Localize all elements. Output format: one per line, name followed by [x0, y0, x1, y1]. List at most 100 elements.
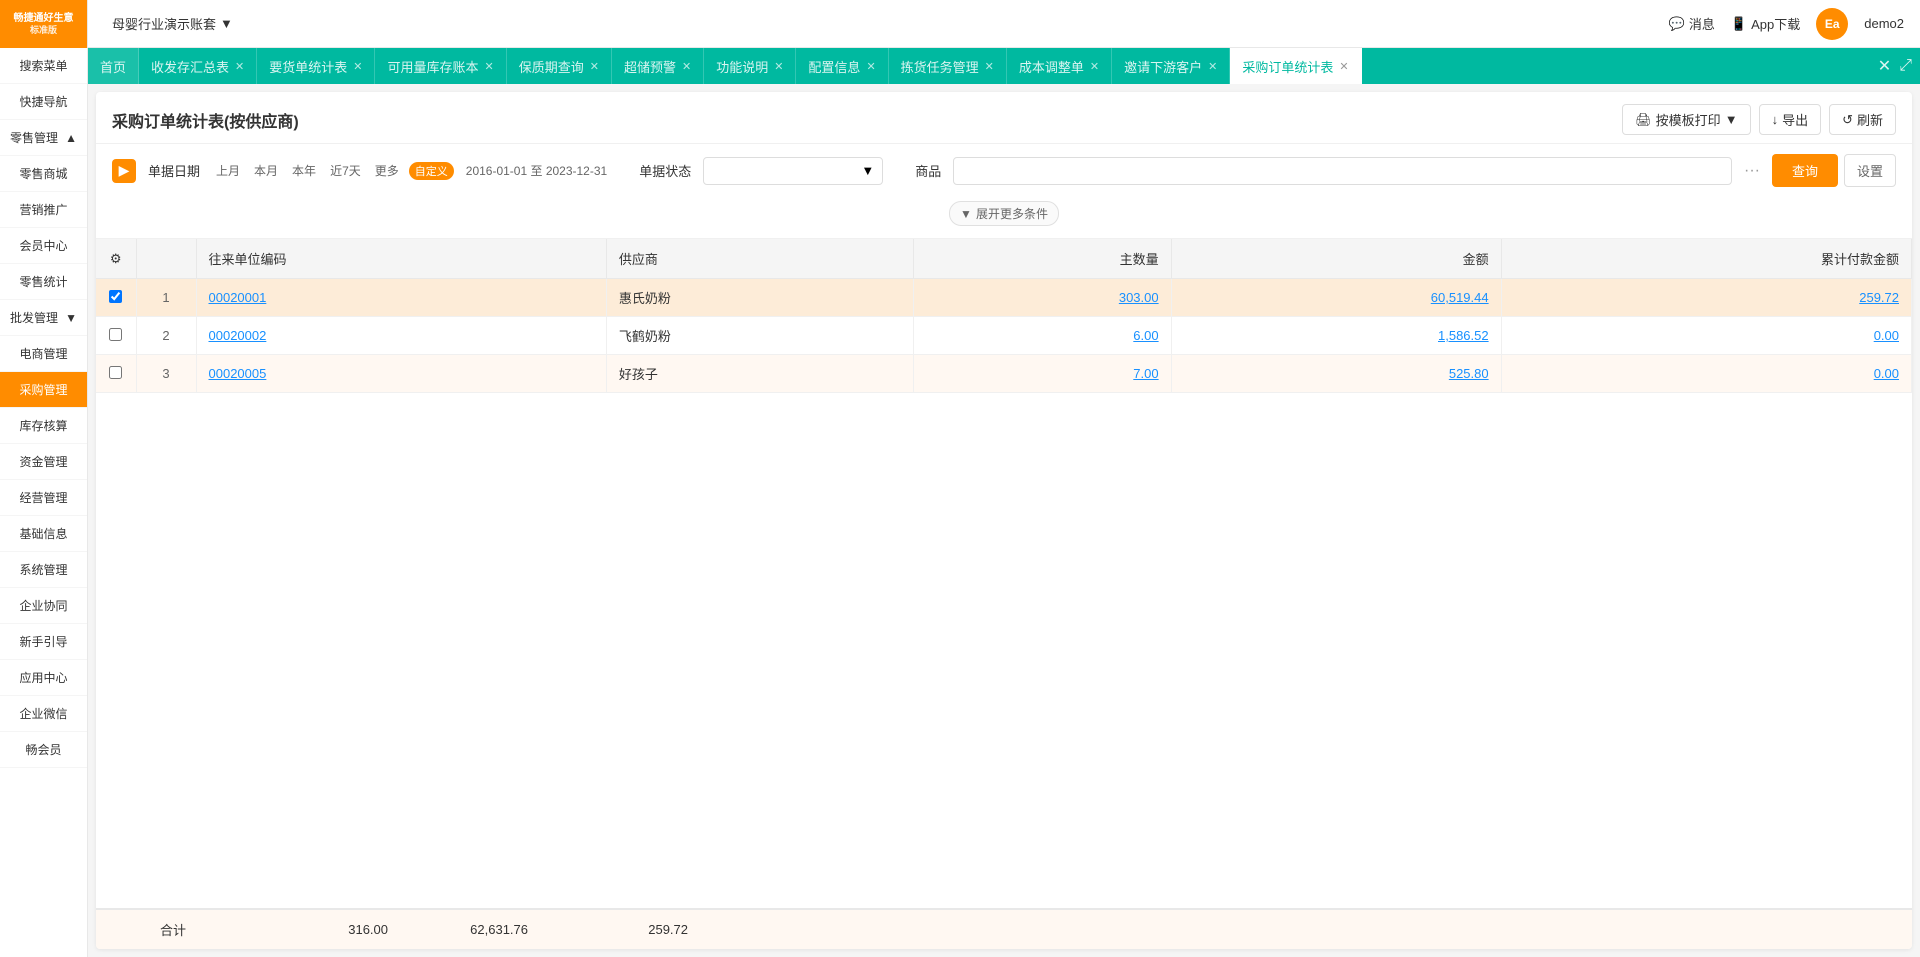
chevron-down-icon: ▼	[861, 163, 874, 178]
tab-chengben[interactable]: 成本调整单 ✕	[1007, 48, 1112, 84]
close-icon[interactable]: ✕	[235, 60, 244, 73]
shortcut-7days[interactable]: 近7天	[326, 161, 365, 180]
close-icon[interactable]: ✕	[1339, 60, 1348, 73]
page-header: 采购订单统计表(按供应商) 🖨 按模板打印 ▼ ↓ 导出 ↺ 刷新	[96, 92, 1912, 144]
tab-shoufahui[interactable]: 收发存汇总表 ✕	[139, 48, 257, 84]
close-icon[interactable]: ✕	[353, 60, 362, 73]
sidebar-item-retail-mall[interactable]: 零售商城	[0, 156, 87, 192]
table-row[interactable]: 2 00020002 飞鹤奶粉 6.00 1,586.52 0.00	[96, 317, 1912, 355]
tab-yaohuo[interactable]: 要货单统计表 ✕	[257, 48, 375, 84]
sidebar-item-quicknav[interactable]: 快捷导航	[0, 84, 87, 120]
template-print-button[interactable]: 🖨 按模板打印 ▼	[1622, 104, 1750, 135]
close-icon[interactable]: ✕	[485, 60, 494, 73]
query-button[interactable]: 查询	[1772, 154, 1838, 187]
tab-yaoqing[interactable]: 邀请下游客户 ✕	[1112, 48, 1230, 84]
row-quantity[interactable]: 7.00	[913, 355, 1171, 393]
close-icon[interactable]: ✕	[985, 60, 994, 73]
sidebar-item-newguide[interactable]: 新手引导	[0, 624, 87, 660]
row-supplier: 惠氏奶粉	[606, 279, 913, 317]
row-amount[interactable]: 60,519.44	[1171, 279, 1501, 317]
account-selector[interactable]: 母婴行业演示账套 ▼	[104, 10, 241, 37]
row-paid-amount[interactable]: 259.72	[1501, 279, 1911, 317]
row-unit-code[interactable]: 00020005	[196, 355, 606, 393]
refresh-button[interactable]: ↺ 刷新	[1829, 104, 1896, 135]
tab-keyongliang[interactable]: 可用量库存账本 ✕	[375, 48, 506, 84]
tab-chaochuyujing[interactable]: 超储预警 ✕	[612, 48, 704, 84]
settings-button[interactable]: 设置	[1844, 154, 1896, 187]
col-checkbox[interactable]: ⚙	[96, 239, 136, 279]
sidebar-item-retail[interactable]: 零售管理 ▲	[0, 120, 87, 156]
table-area: ⚙ 往来单位编码 供应商 主数量	[96, 239, 1912, 908]
close-icon[interactable]: ✕	[774, 60, 783, 73]
status-select[interactable]: ▼	[703, 157, 883, 185]
close-icon[interactable]: ✕	[866, 60, 875, 73]
row-checkbox[interactable]	[96, 317, 136, 355]
filter-toggle-button[interactable]: ▶	[112, 159, 136, 183]
row-unit-code[interactable]: 00020002	[196, 317, 606, 355]
table-row[interactable]: 1 00020001 惠氏奶粉 303.00 60,519.44 259.72	[96, 279, 1912, 317]
close-tab-btn[interactable]: ✕	[1878, 56, 1891, 76]
expand-more-button[interactable]: ▼ 展开更多条件	[949, 201, 1059, 226]
sidebar-item-operation[interactable]: 经营管理	[0, 480, 87, 516]
tab-caigou[interactable]: 采购订单统计表 ✕	[1230, 48, 1361, 84]
sidebar-item-search[interactable]: 搜索菜单	[0, 48, 87, 84]
sidebar-item-basic[interactable]: 基础信息	[0, 516, 87, 552]
goods-input[interactable]	[953, 157, 1732, 185]
chevron-down-icon: ▼	[65, 311, 77, 325]
tab-baozhi[interactable]: 保质期查询 ✕	[507, 48, 612, 84]
row-paid-amount[interactable]: 0.00	[1501, 355, 1911, 393]
row-checkbox[interactable]	[96, 279, 136, 317]
shortcut-this-year[interactable]: 本年	[288, 161, 320, 180]
row-checkbox[interactable]	[96, 355, 136, 393]
tab-home[interactable]: 首页	[88, 48, 139, 84]
account-name: 母婴行业演示账套	[112, 14, 216, 33]
sidebar-item-retail-stat[interactable]: 零售统计	[0, 264, 87, 300]
tab-gongneng[interactable]: 功能说明 ✕	[704, 48, 796, 84]
sidebar-item-ecommerce[interactable]: 电商管理	[0, 336, 87, 372]
maximize-btn[interactable]: ⤢	[1899, 57, 1912, 75]
sidebar-item-purchase[interactable]: 采购管理	[0, 372, 87, 408]
sidebar-item-marketing[interactable]: 营销推广	[0, 192, 87, 228]
sidebar-item-wholesale[interactable]: 批发管理 ▼	[0, 300, 87, 336]
footer-quantity: 316.00	[208, 922, 408, 937]
row-paid-amount[interactable]: 0.00	[1501, 317, 1911, 355]
row-amount[interactable]: 525.80	[1171, 355, 1501, 393]
sidebar-item-wechat[interactable]: 企业微信	[0, 696, 87, 732]
export-button[interactable]: ↓ 导出	[1759, 104, 1822, 135]
tab-chaochuyujing-label: 超储预警	[624, 57, 676, 76]
sidebar-item-finance[interactable]: 资金管理	[0, 444, 87, 480]
message-action[interactable]: 💬 消息	[1669, 14, 1715, 33]
shortcut-this-month[interactable]: 本月	[250, 161, 282, 180]
app-download-action[interactable]: 📱 App下载	[1731, 14, 1800, 33]
sidebar-item-member[interactable]: 会员中心	[0, 228, 87, 264]
logo-text: 畅捷通好生意	[14, 13, 74, 25]
more-icon[interactable]: ···	[1744, 162, 1760, 180]
shortcut-last-month[interactable]: 上月	[212, 161, 244, 180]
table-footer: 合计 316.00 62,631.76 259.72	[96, 908, 1912, 949]
col-supplier: 供应商	[606, 239, 913, 279]
tab-yaoqing-label: 邀请下游客户	[1124, 57, 1202, 76]
close-icon[interactable]: ✕	[1090, 60, 1099, 73]
sidebar-item-inventory[interactable]: 库存核算	[0, 408, 87, 444]
row-quantity[interactable]: 6.00	[913, 317, 1171, 355]
row-unit-code[interactable]: 00020001	[196, 279, 606, 317]
shortcut-more[interactable]: 更多	[371, 161, 403, 180]
sidebar-item-vip[interactable]: 畅会员	[0, 732, 87, 768]
sidebar-item-enterprise[interactable]: 企业协同	[0, 588, 87, 624]
chevron-right-icon: ▶	[119, 162, 130, 179]
export-icon: ↓	[1772, 112, 1779, 127]
close-icon[interactable]: ✕	[682, 60, 691, 73]
close-icon[interactable]: ✕	[590, 60, 599, 73]
avatar[interactable]: Ea	[1816, 8, 1848, 40]
tab-peizhi[interactable]: 配置信息 ✕	[796, 48, 888, 84]
table-row[interactable]: 3 00020005 好孩子 7.00 525.80 0.00	[96, 355, 1912, 393]
row-quantity[interactable]: 303.00	[913, 279, 1171, 317]
row-amount[interactable]: 1,586.52	[1171, 317, 1501, 355]
message-icon: 💬	[1669, 16, 1685, 32]
sidebar-item-system[interactable]: 系统管理	[0, 552, 87, 588]
sidebar-item-appcenter[interactable]: 应用中心	[0, 660, 87, 696]
tab-zhuohuo[interactable]: 拣货任务管理 ✕	[889, 48, 1007, 84]
close-icon[interactable]: ✕	[1208, 60, 1217, 73]
row-supplier: 飞鹤奶粉	[606, 317, 913, 355]
date-custom-badge[interactable]: 自定义	[409, 162, 454, 180]
